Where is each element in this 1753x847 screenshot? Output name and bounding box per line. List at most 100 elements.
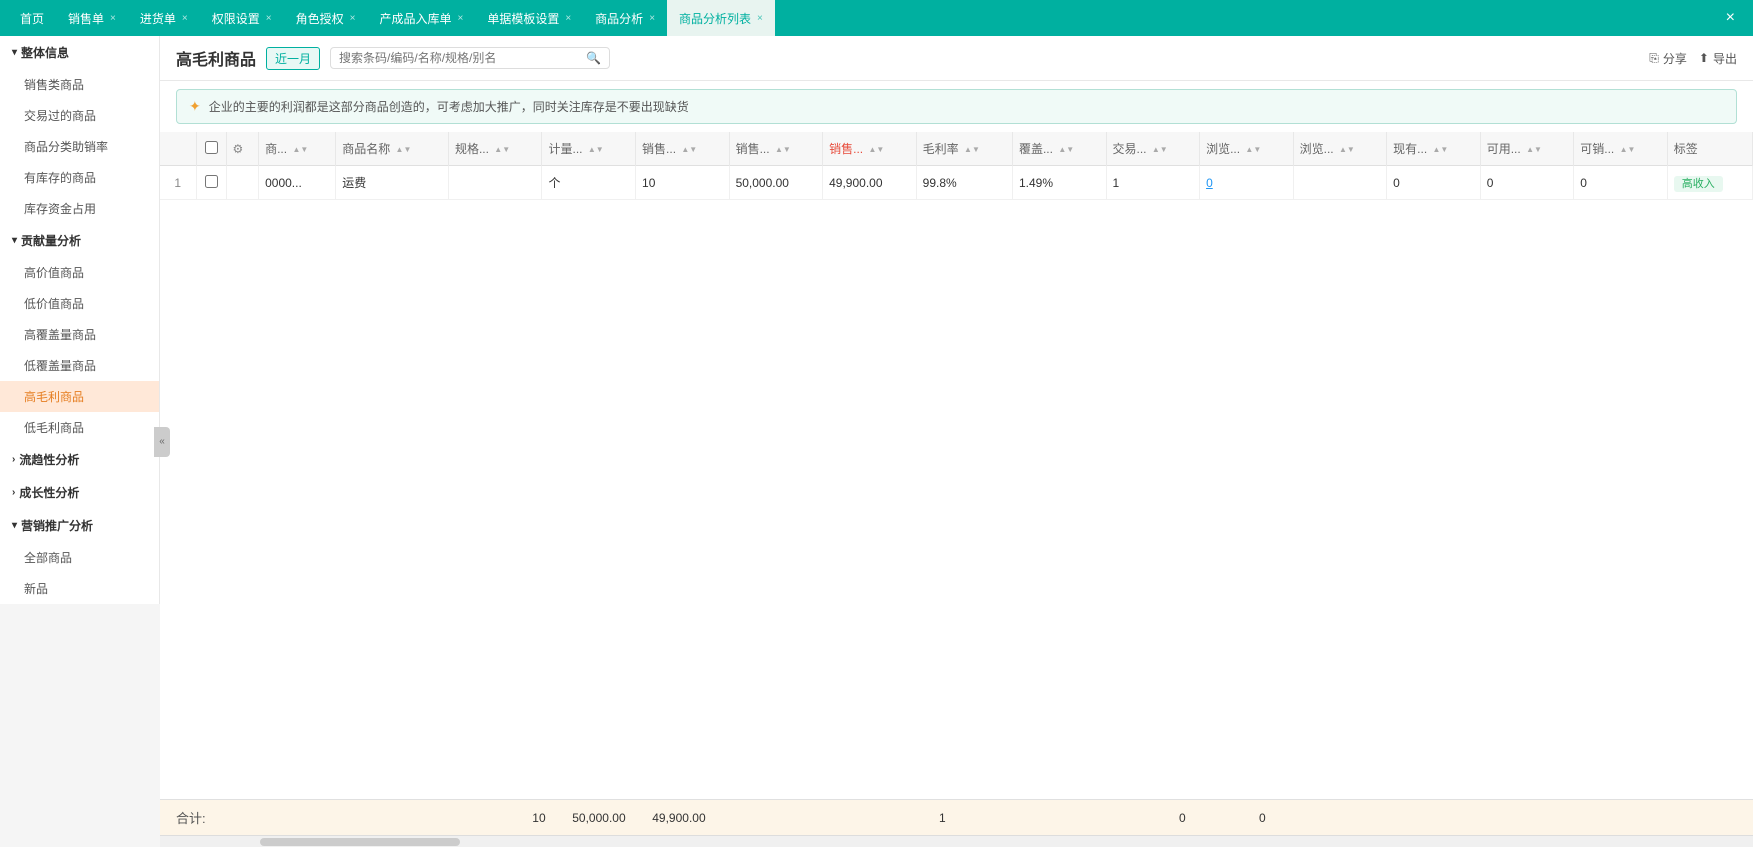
col-browse2[interactable]: 浏览... ▲▼ (1293, 132, 1387, 166)
sidebar-item-category-rate[interactable]: 商品分类助销率 (0, 131, 159, 162)
footer-total: 合计: 10 50,000.00 49,900.00 1 0 0 (160, 799, 1753, 835)
nav-sales[interactable]: 销售单 × (56, 0, 128, 36)
col-code[interactable]: 商... ▲▼ (259, 132, 336, 166)
sidebar-item-sales-goods[interactable]: 销售类商品 (0, 69, 159, 100)
col-coverage[interactable]: 覆盖... ▲▼ (1012, 132, 1106, 166)
sidebar-group-flow[interactable]: › 流趋性分析 (0, 443, 159, 476)
sidebar-wrapper: ▾ 整体信息 销售类商品 交易过的商品 商品分类助销率 有库存的商品 库存资金占… (0, 36, 160, 847)
sidebar-item-all-goods[interactable]: 全部商品 (0, 542, 159, 573)
nav-goods-analysis-list[interactable]: 商品分析列表 × (667, 0, 775, 36)
col-name[interactable]: 商品名称 ▲▼ (336, 132, 449, 166)
close-icon[interactable]: × (350, 13, 356, 24)
nav-role[interactable]: 角色授权 × (284, 0, 368, 36)
nav-template[interactable]: 单据模板设置 × (475, 0, 583, 36)
close-icon[interactable]: × (649, 13, 655, 24)
col-transactions[interactable]: 交易... ▲▼ (1106, 132, 1200, 166)
sidebar-item-low-margin[interactable]: 低毛利商品 (0, 412, 159, 443)
sort-icon[interactable]: ▲▼ (1058, 145, 1074, 154)
sidebar-item-low-value[interactable]: 低价值商品 (0, 288, 159, 319)
sidebar-group-marketing[interactable]: ▾ 营销推广分析 (0, 509, 159, 542)
col-gross-rate[interactable]: 毛利率 ▲▼ (916, 132, 1012, 166)
sidebar-item-low-coverage[interactable]: 低覆盖量商品 (0, 350, 159, 381)
settings-icon[interactable]: ⚙ (233, 142, 244, 156)
nav-home[interactable]: 首页 (8, 0, 56, 36)
sort-icon[interactable]: ▲▼ (1245, 145, 1261, 154)
col-sales1[interactable]: 销售... ▲▼ (636, 132, 730, 166)
search-icon[interactable]: 🔍 (586, 51, 601, 65)
close-icon[interactable]: × (757, 13, 763, 24)
nav-purchase[interactable]: 进货单 × (128, 0, 200, 36)
sidebar-group-contribution[interactable]: ▾ 贡献量分析 (0, 224, 159, 257)
col-current[interactable]: 现有... ▲▼ (1387, 132, 1481, 166)
sidebar-collapse-button[interactable]: « (154, 427, 170, 457)
sort-icon[interactable]: ▲▼ (494, 145, 510, 154)
sidebar-item-high-value[interactable]: 高价值商品 (0, 257, 159, 288)
col-available[interactable]: 可用... ▲▼ (1480, 132, 1574, 166)
search-box: 🔍 (330, 47, 610, 69)
content-area: 高毛利商品 近一月 🔍 ⎘ 分享 ⬆ 导出 ✦ 企业的主要的利润都是这部分商品创… (160, 36, 1753, 847)
nav-goods-analysis[interactable]: 商品分析 × (583, 0, 667, 36)
sort-icon[interactable]: ▲▼ (396, 145, 412, 154)
sort-icon[interactable]: ▲▼ (964, 145, 980, 154)
nav-permission[interactable]: 权限设置 × (200, 0, 284, 36)
col-sales3[interactable]: 销售... ▲▼ (823, 132, 917, 166)
share-button[interactable]: ⎘ 分享 (1649, 50, 1687, 67)
col-saleable[interactable]: 可销... ▲▼ (1574, 132, 1668, 166)
footer-browse1 (966, 811, 1046, 825)
close-icon[interactable]: × (266, 13, 272, 24)
header-actions: ⎘ 分享 ⬆ 导出 (1649, 50, 1737, 67)
sidebar-item-traded-goods[interactable]: 交易过的商品 (0, 100, 159, 131)
sidebar-group-overall[interactable]: ▾ 整体信息 (0, 36, 159, 69)
row-checkbox[interactable] (205, 175, 218, 188)
sort-icon[interactable]: ▲▼ (868, 145, 884, 154)
footer-available: 0 (1206, 811, 1286, 825)
row-tag: 高收入 (1667, 166, 1752, 200)
sort-icon[interactable]: ▲▼ (1152, 145, 1168, 154)
footer-browse2 (1046, 811, 1126, 825)
select-all-checkbox[interactable] (205, 141, 218, 154)
row-coverage: 1.49% (1012, 166, 1106, 200)
sort-icon[interactable]: ▲▼ (1526, 145, 1542, 154)
scrollbar-thumb[interactable] (260, 838, 460, 846)
col-tag: 标签 (1667, 132, 1752, 166)
sidebar-item-stock-capital[interactable]: 库存资金占用 (0, 193, 159, 224)
export-button[interactable]: ⬆ 导出 (1699, 50, 1737, 67)
row-checkbox-cell (196, 166, 226, 200)
sort-icon[interactable]: ▲▼ (1433, 145, 1449, 154)
sidebar-item-in-stock[interactable]: 有库存的商品 (0, 162, 159, 193)
col-spec[interactable]: 规格... ▲▼ (448, 132, 542, 166)
chevron-down-icon: ▾ (12, 47, 17, 58)
time-filter-button[interactable]: 近一月 (266, 47, 320, 70)
sort-icon[interactable]: ▲▼ (1620, 145, 1636, 154)
col-sales2[interactable]: 销售... ▲▼ (729, 132, 823, 166)
table-container: ⚙ 商... ▲▼ 商品名称 ▲▼ 规格... ▲▼ (160, 132, 1753, 799)
horizontal-scrollbar[interactable] (160, 835, 1753, 847)
close-icon[interactable]: × (182, 13, 188, 24)
col-browse1[interactable]: 浏览... ▲▼ (1200, 132, 1294, 166)
nav-product-in[interactable]: 产成品入库单 × (367, 0, 475, 36)
close-icon[interactable]: × (457, 13, 463, 24)
page-title: 高毛利商品 (176, 46, 256, 70)
close-icon[interactable]: × (110, 13, 116, 24)
search-input[interactable] (339, 51, 582, 65)
footer-current: 0 (1126, 811, 1206, 825)
sort-icon[interactable]: ▲▼ (775, 145, 791, 154)
sort-icon[interactable]: ▲▼ (292, 145, 308, 154)
window-close-button[interactable]: × (1716, 9, 1745, 27)
footer-label: 合计: (176, 808, 206, 827)
sidebar-item-new-goods[interactable]: 新品 (0, 573, 159, 604)
close-icon[interactable]: × (565, 13, 571, 24)
info-banner: ✦ 企业的主要的利润都是这部分商品创造的，可考虑加大推广，同时关注库存是不要出现… (176, 89, 1737, 124)
sidebar-item-high-margin[interactable]: 高毛利商品 (0, 381, 159, 412)
sort-icon[interactable]: ▲▼ (681, 145, 697, 154)
footer-sales1: 10 (486, 811, 566, 825)
col-unit[interactable]: 计量... ▲▼ (542, 132, 636, 166)
col-checkbox (196, 132, 226, 166)
row-transactions: 1 (1106, 166, 1200, 200)
row-code: 0000... (259, 166, 336, 200)
sort-icon[interactable]: ▲▼ (1339, 145, 1355, 154)
sidebar-group-growth[interactable]: › 成长性分析 (0, 476, 159, 509)
row-browse1: 0 (1200, 166, 1294, 200)
sidebar-item-high-coverage[interactable]: 高覆盖量商品 (0, 319, 159, 350)
sort-icon[interactable]: ▲▼ (588, 145, 604, 154)
